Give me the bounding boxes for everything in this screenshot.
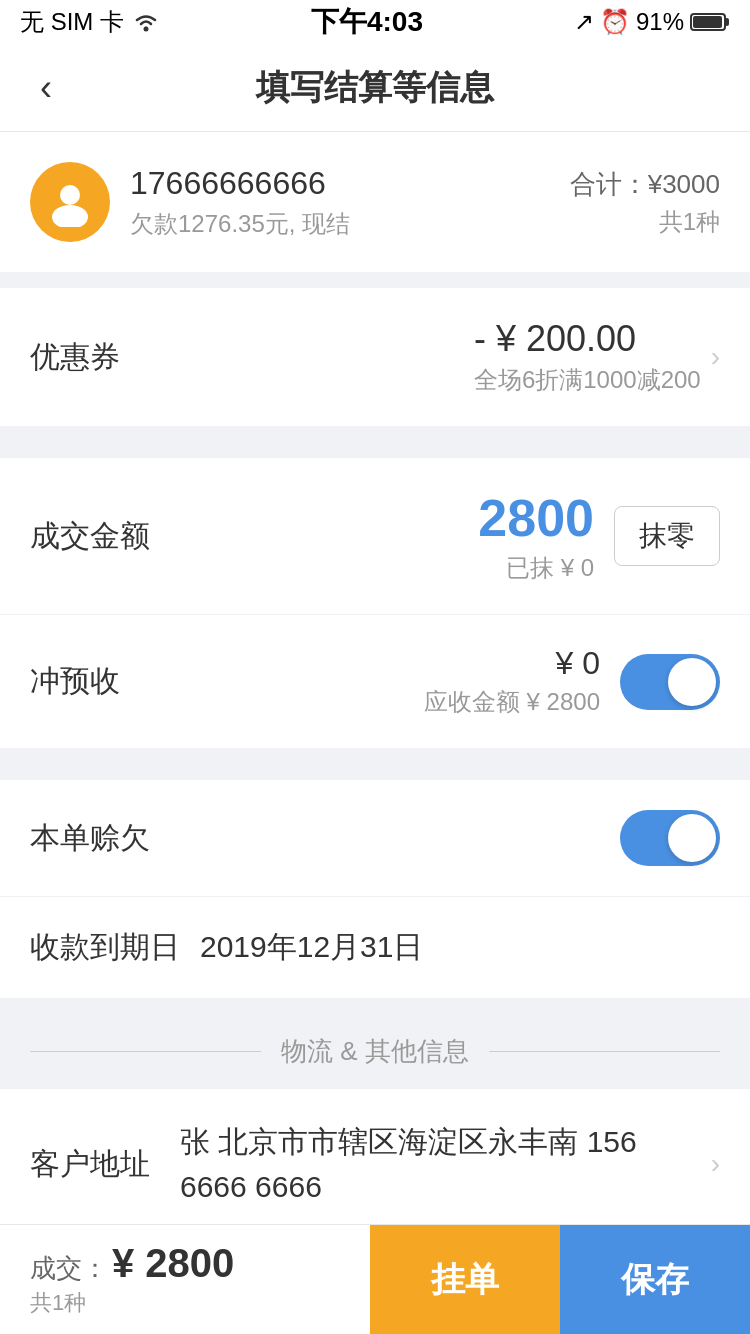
amount-row: 成交金额 2800 已抹 ¥ 0 抹零 [0,458,750,614]
amount-label: 成交金额 [30,516,150,557]
total-label: 合计：¥3000 [570,167,720,202]
address-chevron-icon: › [711,1148,720,1180]
back-button[interactable]: ‹ [30,57,62,119]
svg-point-5 [52,205,88,227]
user-card: 17666666666 欠款1276.35元, 现结 合计：¥3000 共1种 [0,132,750,272]
content: 17666666666 欠款1276.35元, 现结 合计：¥3000 共1种 … [0,132,750,1334]
coupon-right: - ¥ 200.00 全场6折满1000减200 [474,318,701,396]
bottom-summary: 成交： ¥ 2800 共1种 [0,1241,370,1318]
amount-section: 成交金额 2800 已抹 ¥ 0 抹零 冲预收 ¥ 0 应收金额 ¥ 2800 [0,458,750,748]
address-row[interactable]: 客户地址 张 北京市市辖区海淀区永丰南 156 6666 6666 › [0,1089,750,1239]
status-right: ↗ ⏰ 91% [574,8,730,36]
user-debt: 欠款1276.35元, 现结 [130,208,350,240]
wifi-icon [132,12,160,32]
round-button[interactable]: 抹零 [614,506,720,566]
prepay-sub: 应收金额 ¥ 2800 [424,686,600,718]
prepay-toggle[interactable] [620,654,720,710]
bottom-deal-row: 成交： ¥ 2800 [30,1241,340,1286]
save-button[interactable]: 保存 [560,1225,750,1335]
user-right: 合计：¥3000 共1种 [570,167,720,238]
coupon-desc: 全场6折满1000减200 [474,364,701,396]
battery-label: 91% [636,8,684,36]
debt-section: 本单赊欠 收款到期日 2019年12月31日 [0,780,750,998]
debt-row: 本单赊欠 [0,780,750,896]
debt-label: 本单赊欠 [30,818,150,859]
svg-point-0 [144,27,149,32]
alarm-icon: ⏰ [600,8,630,36]
logistics-label: 物流 & 其他信息 [281,1034,469,1069]
bottom-amount: ¥ 2800 [112,1241,234,1286]
page-title: 填写结算等信息 [256,65,494,111]
user-avatar-icon [45,177,95,227]
amount-value: 2800 [478,488,594,548]
bottom-count: 共1种 [30,1288,340,1318]
svg-point-4 [60,185,80,205]
user-left: 17666666666 欠款1276.35元, 现结 [30,162,350,242]
coupon-chevron-icon: › [711,341,720,373]
debt-toggle-knob [668,814,716,862]
status-time: 下午4:03 [311,3,423,41]
address-label: 客户地址 [30,1144,150,1185]
prepay-right: ¥ 0 应收金额 ¥ 2800 [424,645,720,718]
toggle-knob [668,658,716,706]
hang-button[interactable]: 挂单 [370,1225,560,1335]
bottom-deal-label: 成交： [30,1251,108,1286]
status-bar: 无 SIM 卡 下午4:03 ↗ ⏰ 91% [0,0,750,44]
header-line-left [30,1051,261,1052]
status-left: 无 SIM 卡 [20,6,160,38]
header-line-right [489,1051,720,1052]
debt-toggle[interactable] [620,810,720,866]
location-icon: ↗ [574,8,594,36]
coupon-label: 优惠券 [30,337,120,378]
logistics-header: 物流 & 其他信息 [0,1014,750,1089]
separator-2 [0,764,750,780]
svg-rect-2 [725,18,729,26]
separator-1 [0,442,750,458]
due-date-label: 收款到期日 [30,927,180,968]
coupon-row[interactable]: 优惠券 - ¥ 200.00 全场6折满1000减200 › [0,288,750,426]
coupon-amount: - ¥ 200.00 [474,318,701,360]
amount-right: 2800 已抹 ¥ 0 抹零 [478,488,720,584]
prepay-value-block: ¥ 0 应收金额 ¥ 2800 [424,645,600,718]
prepay-row: 冲预收 ¥ 0 应收金额 ¥ 2800 [0,614,750,748]
svg-rect-3 [693,16,722,28]
user-phone: 17666666666 [130,165,350,202]
due-date-value: 2019年12月31日 [200,927,423,968]
battery-icon [690,11,730,33]
prepay-value: ¥ 0 [424,645,600,682]
avatar [30,162,110,242]
nav-bar: ‹ 填写结算等信息 [0,44,750,132]
prepay-label: 冲预收 [30,661,120,702]
amount-value-block: 2800 已抹 ¥ 0 [478,488,594,584]
due-date-row: 收款到期日 2019年12月31日 [0,896,750,998]
amount-sub: 已抹 ¥ 0 [478,552,594,584]
bottom-bar: 成交： ¥ 2800 共1种 挂单 保存 [0,1224,750,1334]
address-content: 张 北京市市辖区海淀区永丰南 156 6666 6666 [180,1119,701,1209]
total-count: 共1种 [570,206,720,238]
user-info: 17666666666 欠款1276.35元, 现结 [130,165,350,240]
sim-status: 无 SIM 卡 [20,6,124,38]
